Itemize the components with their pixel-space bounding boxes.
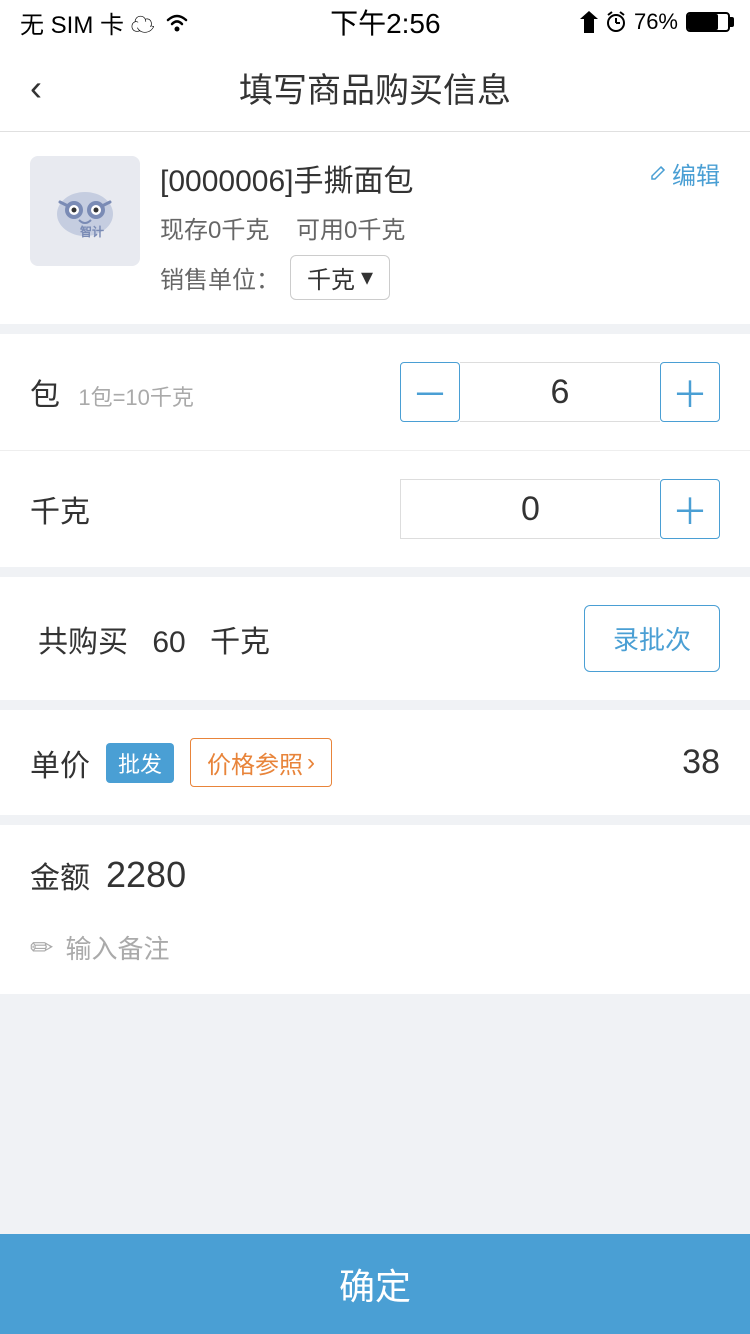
price-row: 单价 批发 价格参照 › 38: [0, 710, 750, 815]
amount-label: 金额: [30, 853, 90, 897]
location-icon: [580, 11, 598, 33]
unit-select[interactable]: 千克 ▾: [290, 255, 390, 300]
amount-value: 2280: [106, 854, 186, 896]
package-decrease-button[interactable]: －: [400, 362, 460, 422]
no-sim-label: 无 SIM 卡 ☁: [20, 5, 155, 40]
amount-row: 金额 2280: [30, 853, 720, 897]
svg-text:智计: 智计: [79, 224, 104, 239]
product-card: 智计 [0000006]手撕面包 编辑 现存0千克 可用0千克 销售单位： 千克…: [0, 132, 750, 334]
kg-qty-input[interactable]: [400, 479, 660, 539]
package-qty-row: 包 1包=10千克 － ＋: [0, 334, 750, 451]
package-qty-input[interactable]: [460, 362, 660, 422]
kg-increase-button[interactable]: ＋: [660, 479, 720, 539]
battery-percent: 76%: [634, 9, 678, 35]
status-left: 无 SIM 卡 ☁: [20, 5, 191, 40]
package-qty-controls: － ＋: [400, 362, 720, 422]
batch-button[interactable]: 录批次: [584, 605, 720, 672]
price-value: 38: [682, 743, 720, 782]
confirm-button[interactable]: 确定: [0, 1234, 750, 1334]
package-label: 包 1包=10千克: [30, 370, 400, 414]
price-ref-button[interactable]: 价格参照 ›: [190, 738, 332, 787]
back-button[interactable]: ‹: [20, 57, 52, 119]
product-unit: 销售单位： 千克 ▾: [160, 255, 720, 300]
pencil-icon: ✏: [30, 931, 53, 964]
quantity-section: 包 1包=10千克 － ＋ 千克 ＋: [0, 334, 750, 577]
product-stock: 现存0千克 可用0千克: [160, 210, 720, 245]
price-tag: 批发: [106, 743, 174, 783]
alarm-icon: [606, 11, 626, 33]
price-label: 单价: [30, 741, 90, 785]
product-info: [0000006]手撕面包 编辑 现存0千克 可用0千克 销售单位： 千克 ▾: [160, 156, 720, 300]
kg-qty-controls: ＋: [400, 479, 720, 539]
price-section: 单价 批发 价格参照 › 38: [0, 710, 750, 825]
battery-icon: [686, 12, 730, 32]
status-bar: 无 SIM 卡 ☁ 下午2:56 76%: [0, 0, 750, 44]
amount-section: 金额 2280 ✏ 输入备注: [0, 825, 750, 1004]
package-increase-button[interactable]: ＋: [660, 362, 720, 422]
status-time: 下午2:56: [330, 2, 441, 42]
kg-label: 千克: [30, 487, 400, 531]
product-thumbnail: 智计: [30, 156, 140, 266]
page-title: 填写商品购买信息: [239, 63, 511, 112]
edit-icon: [650, 165, 668, 183]
total-text: 共购买 60 千克: [30, 617, 278, 661]
edit-button[interactable]: 编辑: [650, 156, 720, 191]
owl-logo-icon: 智计: [50, 184, 120, 239]
note-row[interactable]: ✏ 输入备注: [30, 913, 720, 994]
kg-qty-row: 千克 ＋: [0, 451, 750, 567]
nav-bar: ‹ 填写商品购买信息: [0, 44, 750, 132]
note-placeholder: 输入备注: [65, 929, 169, 966]
product-name: [0000006]手撕面包: [160, 156, 413, 200]
total-row: 共购买 60 千克 录批次: [0, 577, 750, 710]
status-right: 76%: [580, 9, 730, 35]
wifi-icon: [163, 12, 191, 32]
